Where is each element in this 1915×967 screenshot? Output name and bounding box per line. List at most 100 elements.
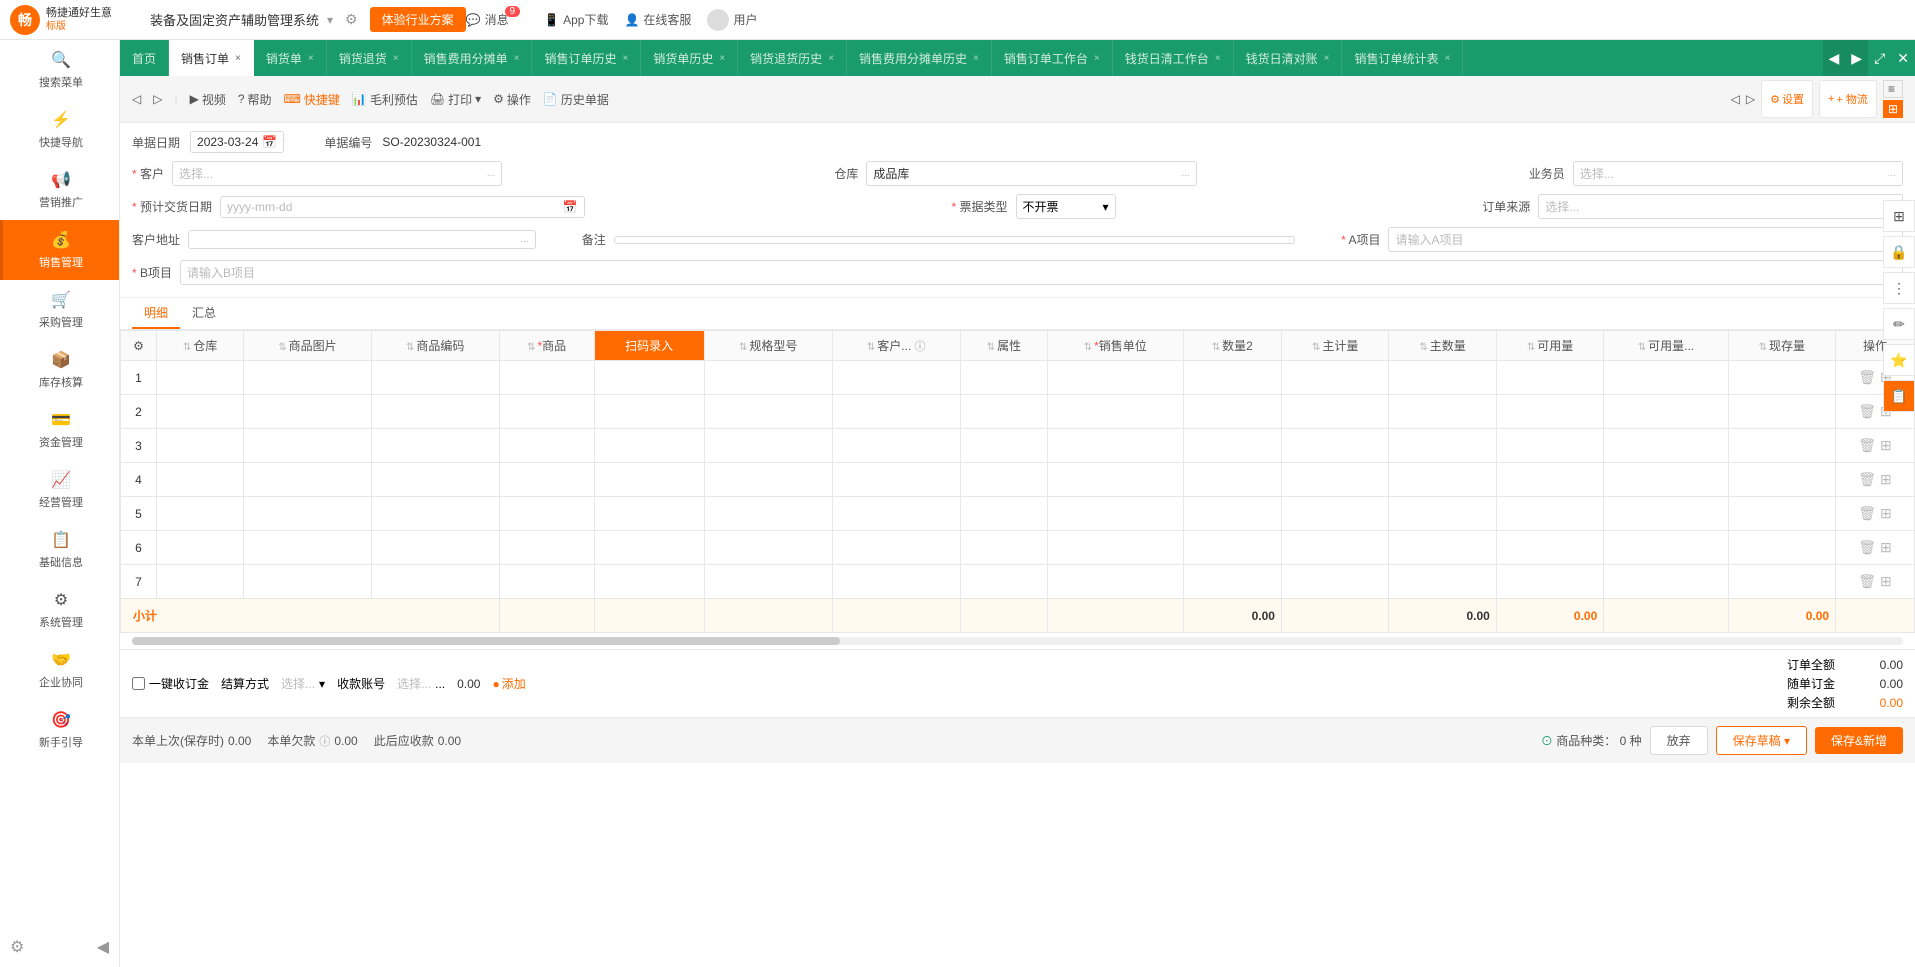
sort-stock-icon[interactable]: ⇅ <box>1759 342 1767 353</box>
save-new-btn[interactable]: 保存&新增 <box>1815 727 1903 754</box>
add-btn[interactable]: ● 添加 <box>492 675 525 692</box>
tab-close-sales-return[interactable]: × <box>393 53 399 64</box>
customer-field[interactable]: 选择... ... <box>172 161 502 186</box>
sidebar-item-guide[interactable]: 🎯 新手引导 <box>0 700 119 760</box>
sidebar-item-purchase[interactable]: 🛒 采购管理 <box>0 280 119 340</box>
one-click-order-input[interactable] <box>132 677 145 690</box>
tab-close-sales-order[interactable]: × <box>235 53 241 64</box>
sidebar-item-sales[interactable]: 💰 销售管理 <box>0 220 119 280</box>
next-record-btn[interactable]: ▷ <box>1746 80 1755 118</box>
tab-cash-reconcile[interactable]: 钱货日清对账 × <box>1234 40 1343 76</box>
tab-close-sales-expense[interactable]: × <box>514 53 520 64</box>
sub-toolbar-video[interactable]: ▶ 视频 <box>190 91 226 108</box>
prev-record-btn[interactable]: ◁ <box>1731 80 1740 118</box>
sub-toolbar-history[interactable]: 📄 历史单据 <box>543 91 609 108</box>
sidebar-item-search[interactable]: 🔍 搜索菜单 <box>0 40 119 100</box>
warehouse-field[interactable]: 成品库 ... <box>866 161 1196 186</box>
sidebar-item-basicinfo[interactable]: 📋 基础信息 <box>0 520 119 580</box>
row-copy-4[interactable]: ⊞ <box>1880 471 1892 488</box>
tab-close-all-btn[interactable]: ✕ <box>1891 40 1915 76</box>
sub-toolbar-shortcut[interactable]: ⌨ 快捷键 <box>284 91 340 108</box>
tab-close-workbench[interactable]: × <box>1094 53 1100 64</box>
tab-close-sales-goods[interactable]: × <box>308 53 314 64</box>
sub-toolbar-print[interactable]: 🖨 打印 ▾ <box>430 91 481 108</box>
row-delete-6[interactable]: 🗑 <box>1858 539 1876 556</box>
sort-product-icon[interactable]: ⇅ <box>527 342 535 353</box>
row-copy-6[interactable]: ⊞ <box>1880 539 1892 556</box>
tab-next-btn[interactable]: ▶ <box>1845 40 1868 76</box>
float-btn-6[interactable]: 📋 <box>1883 380 1915 412</box>
sort-warehouse-icon[interactable]: ⇅ <box>183 342 191 353</box>
receipt-account-field[interactable]: 选择... ... <box>397 675 445 692</box>
tab-sales-return[interactable]: 销货退货 × <box>327 40 412 76</box>
tab-close-cash-reconcile[interactable]: × <box>1324 53 1330 64</box>
row-copy-3[interactable]: ⊞ <box>1880 437 1892 454</box>
system-select[interactable]: 装备及固定资产辅助管理系统 ▾ ⚙ <box>130 10 358 29</box>
row-delete-3[interactable]: 🗑 <box>1858 437 1876 454</box>
online-service-item[interactable]: 👤 在线客服 <box>624 11 691 28</box>
notification-item[interactable]: 💬 消息 9 <box>466 11 529 28</box>
b-project-field[interactable]: 请输入B项目 <box>180 260 1903 285</box>
sort-qty2-icon[interactable]: ⇅ <box>1212 342 1220 353</box>
sub-toolbar-profit[interactable]: 📊 毛利预估 <box>352 91 418 108</box>
sidebar-item-enterprise[interactable]: 🤝 企业协同 <box>0 640 119 700</box>
sort-code-icon[interactable]: ⇅ <box>406 342 414 353</box>
row-delete-5[interactable]: 🗑 <box>1858 505 1876 522</box>
tab-expense-history[interactable]: 销售费用分摊单历史 × <box>847 40 992 76</box>
list-view-btn[interactable]: ≡ <box>1883 80 1903 98</box>
sidebar-item-operations[interactable]: 📈 经营管理 <box>0 460 119 520</box>
add-field-btn[interactable]: + + 物流 <box>1819 80 1877 118</box>
one-click-order-checkbox[interactable]: 一键收订金 <box>132 675 209 692</box>
discard-btn[interactable]: 放弃 <box>1650 726 1708 755</box>
row-delete-7[interactable]: 🗑 <box>1858 573 1876 590</box>
tab-sales-order-history[interactable]: 销售订单历史 × <box>532 40 641 76</box>
row-delete-1[interactable]: 🗑 <box>1858 369 1876 386</box>
sub-toolbar-back[interactable]: ◁ <box>132 92 141 106</box>
tab-sales-goods[interactable]: 销货单 × <box>254 40 327 76</box>
tab-close-sales-order-history[interactable]: × <box>622 53 628 64</box>
sort-avail2-icon[interactable]: ⇅ <box>1638 342 1646 353</box>
tab-summary[interactable]: 汇总 <box>180 298 228 329</box>
sort-mainunit-icon[interactable]: ⇅ <box>1312 342 1320 353</box>
user-item[interactable]: 用户 <box>707 9 757 31</box>
tab-prev-btn[interactable]: ◀ <box>1823 40 1846 76</box>
sub-toolbar-help[interactable]: ? 帮助 <box>238 91 272 108</box>
tab-sales-order[interactable]: 销售订单 × <box>169 40 254 76</box>
sidebar-item-quicknav[interactable]: ⚡ 快捷导航 <box>0 100 119 160</box>
float-btn-5[interactable]: ⭐ <box>1883 344 1915 376</box>
float-btn-4[interactable]: ✏ <box>1883 308 1915 340</box>
horizontal-scrollbar[interactable] <box>132 637 1903 645</box>
tab-close-cash-workbench[interactable]: × <box>1215 53 1221 64</box>
tab-close-expense-history[interactable]: × <box>973 53 979 64</box>
tab-maximize-btn[interactable]: ⤢ <box>1868 40 1891 76</box>
industry-btn[interactable]: 体验行业方案 <box>370 7 466 32</box>
row-copy-5[interactable]: ⊞ <box>1880 505 1892 522</box>
tab-cash-workbench[interactable]: 钱货日清工作台 × <box>1113 40 1234 76</box>
row-delete-4[interactable]: 🗑 <box>1858 471 1876 488</box>
sidebar-item-inventory[interactable]: 📦 库存核算 <box>0 340 119 400</box>
sidebar-item-finance[interactable]: 💳 资金管理 <box>0 400 119 460</box>
sidebar-item-marketing[interactable]: 📢 营销推广 <box>0 160 119 220</box>
date-field[interactable]: 2023-03-24 📅 <box>190 131 284 153</box>
tab-workbench[interactable]: 销售订单工作台 × <box>992 40 1113 76</box>
tab-return-history[interactable]: 销货退货历史 × <box>738 40 847 76</box>
sort-unit-icon[interactable]: ⇅ <box>1084 342 1092 353</box>
row-copy-7[interactable]: ⊞ <box>1880 573 1892 590</box>
tab-detail[interactable]: 明细 <box>132 298 180 329</box>
sort-avail-icon[interactable]: ⇅ <box>1527 342 1535 353</box>
float-btn-2[interactable]: 🔒 <box>1883 236 1915 268</box>
settings-icon[interactable]: ⚙ <box>345 11 358 28</box>
sort-image-icon[interactable]: ⇅ <box>278 342 286 353</box>
a-project-field[interactable]: 请输入A项目 <box>1388 227 1903 252</box>
grid-view-btn[interactable]: ⊞ <box>1883 100 1903 118</box>
sub-toolbar-operations[interactable]: ⚙ 操作 <box>493 91 531 108</box>
tab-close-goods-history[interactable]: × <box>719 53 725 64</box>
settings-gear-icon[interactable]: ⚙ <box>10 937 24 957</box>
float-btn-1[interactable]: ⊞ <box>1883 200 1915 232</box>
row-delete-2[interactable]: 🗑 <box>1858 403 1876 420</box>
sub-toolbar-forward[interactable]: ▷ <box>153 92 162 106</box>
sort-mainqty-icon[interactable]: ⇅ <box>1419 342 1427 353</box>
save-draft-btn[interactable]: 保存草稿 ▾ <box>1716 726 1807 755</box>
sort-custcode-icon[interactable]: ⇅ <box>867 342 875 353</box>
float-btn-3[interactable]: ⋮ <box>1883 272 1915 304</box>
